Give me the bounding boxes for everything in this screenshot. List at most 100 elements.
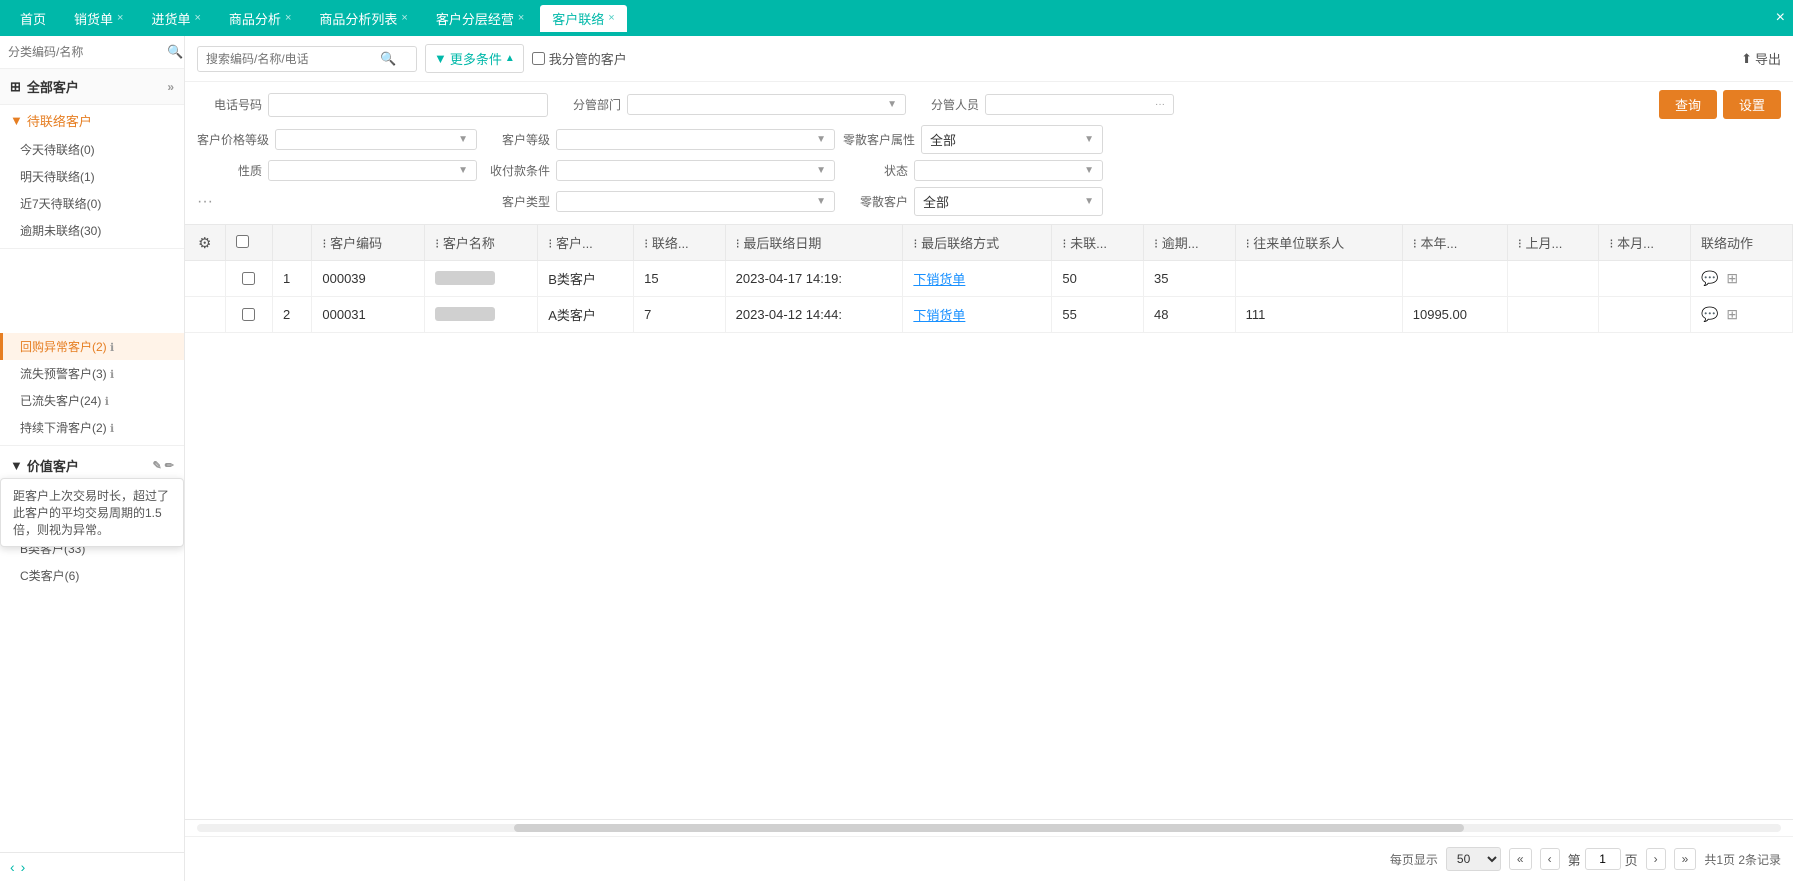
- person-select[interactable]: ···: [985, 94, 1174, 115]
- sidebar-next-arrow[interactable]: ›: [21, 859, 26, 875]
- per-page-select[interactable]: 50 100 200: [1446, 847, 1501, 871]
- edit-icon[interactable]: ✎ ✏: [153, 459, 175, 472]
- sidebar-search-input[interactable]: [8, 45, 163, 59]
- next-page-btn[interactable]: ›: [1646, 848, 1666, 870]
- col-last-contact-date[interactable]: ⁝ 最后联络日期: [725, 225, 903, 261]
- col-this-month[interactable]: ⁝ 本月...: [1599, 225, 1691, 261]
- sidebar-group-waiting[interactable]: ▼ 待联络客户: [0, 105, 184, 136]
- row1-checkbox-input[interactable]: [242, 272, 255, 285]
- col-settings[interactable]: ⚙: [185, 225, 225, 261]
- tab-analysis-list[interactable]: 商品分析列表 ×: [307, 5, 419, 32]
- row2-message-icon[interactable]: 💬: [1701, 306, 1718, 323]
- col-customer-type[interactable]: ⁝ 客户...: [538, 225, 634, 261]
- sidebar-item-churn-warning[interactable]: 流失预警客户(3) ℹ: [0, 360, 184, 387]
- row2-method-link[interactable]: 下销货单: [913, 308, 965, 323]
- col-last-month[interactable]: ⁝ 上月...: [1507, 225, 1599, 261]
- payment-select[interactable]: ▼: [556, 160, 835, 181]
- settings-button[interactable]: 设置: [1723, 90, 1781, 119]
- pagination-total: 共1页 2条记录: [1704, 851, 1781, 868]
- sidebar-prev-arrow[interactable]: ‹: [10, 859, 15, 875]
- sidebar-item-declining[interactable]: 持续下滑客户(2) ℹ: [0, 414, 184, 441]
- tab-analysis[interactable]: 商品分析 ×: [217, 5, 303, 32]
- all-customers-header[interactable]: ⊞ 全部客户 »: [0, 69, 184, 105]
- tab-customer-contact[interactable]: 客户联络 ×: [540, 5, 626, 32]
- tab-home[interactable]: 首页: [8, 5, 58, 32]
- my-customers-filter[interactable]: 我分管的客户: [532, 49, 627, 68]
- price-level-select[interactable]: ▼: [275, 129, 477, 150]
- search-input-wrapper[interactable]: 🔍: [197, 46, 417, 72]
- row2-method[interactable]: 下销货单: [903, 297, 1052, 333]
- close-sales-tab[interactable]: ×: [117, 12, 123, 24]
- sidebar-item-c-class[interactable]: C类客户(6): [0, 562, 184, 589]
- nature-select[interactable]: ▼: [268, 160, 477, 181]
- search-input[interactable]: [206, 52, 376, 66]
- select-all-checkbox[interactable]: [236, 235, 249, 248]
- sidebar-search-icon[interactable]: 🔍: [167, 44, 183, 60]
- filter-dots-btn[interactable]: ···: [197, 193, 213, 211]
- retail-select[interactable]: 全部 ▼: [914, 187, 1103, 216]
- row2-name-blurred: [435, 307, 495, 321]
- prev-page-btn[interactable]: ‹: [1540, 848, 1560, 870]
- row2-qr-icon[interactable]: ⊞: [1726, 306, 1738, 323]
- close-purchase-tab[interactable]: ×: [194, 12, 200, 24]
- first-page-btn[interactable]: «: [1509, 848, 1532, 870]
- row2-checkbox[interactable]: [225, 297, 272, 333]
- close-analysis-list-tab[interactable]: ×: [401, 12, 407, 24]
- query-button[interactable]: 查询: [1659, 90, 1717, 119]
- row1-method-link[interactable]: 下销货单: [913, 272, 965, 287]
- col-customer-code[interactable]: ⁝ 客户编码: [312, 225, 425, 261]
- tab-sales[interactable]: 销货单 ×: [62, 5, 135, 32]
- export-button[interactable]: ⬆ 导出: [1741, 49, 1781, 68]
- tab-purchase[interactable]: 进货单 ×: [139, 5, 212, 32]
- row2-date: 2023-04-12 14:44:: [725, 297, 903, 333]
- row1-message-icon[interactable]: 💬: [1701, 270, 1718, 287]
- sidebar-nav-bottom: ‹ ›: [0, 852, 184, 881]
- horizontal-scrollbar-area[interactable]: [185, 819, 1793, 836]
- row2-checkbox-input[interactable]: [242, 308, 255, 321]
- col-sort-thismonth: ⁝ 本月...: [1609, 233, 1654, 252]
- tab-customer-segment[interactable]: 客户分层经营 ×: [424, 5, 536, 32]
- customer-level-select[interactable]: ▼: [556, 129, 835, 150]
- more-conditions-btn[interactable]: ▼ 更多条件 ▲: [425, 44, 524, 73]
- sidebar-group-value[interactable]: ▼ 价值客户 ✎ ✏: [0, 450, 184, 481]
- col-customer-name[interactable]: ⁝ 客户名称: [425, 225, 538, 261]
- sidebar-collapse-btn[interactable]: »: [167, 80, 174, 94]
- col-unread[interactable]: ⁝ 未联...: [1052, 225, 1144, 261]
- close-customer-contact-tab[interactable]: ×: [608, 12, 614, 24]
- phone-input[interactable]: [268, 93, 548, 117]
- status-select[interactable]: ▼: [914, 160, 1103, 181]
- sidebar-item-today[interactable]: 今天待联络(0): [0, 136, 184, 163]
- filter-search-icon[interactable]: 🔍: [380, 51, 396, 67]
- col-contact[interactable]: ⁝ 联络...: [634, 225, 726, 261]
- sidebar-item-churned[interactable]: 已流失客户(24) ℹ: [0, 387, 184, 414]
- page-number-input[interactable]: [1585, 848, 1621, 870]
- sidebar-item-tomorrow[interactable]: 明天待联络(1): [0, 163, 184, 190]
- close-analysis-tab[interactable]: ×: [285, 12, 291, 24]
- row1-qr-icon[interactable]: ⊞: [1726, 270, 1738, 287]
- table-settings-gear[interactable]: ⚙: [198, 235, 211, 252]
- col-sort-unread: ⁝ 未联...: [1062, 233, 1107, 252]
- sidebar-item-repurchase-abnormal[interactable]: 回购异常客户(2) ℹ: [0, 333, 184, 360]
- last-page-btn[interactable]: »: [1674, 848, 1697, 870]
- row1-checkbox[interactable]: [225, 261, 272, 297]
- row1-settings: [185, 261, 225, 297]
- close-customer-segment-tab[interactable]: ×: [518, 12, 524, 24]
- sidebar-item-overdue[interactable]: 逾期未联络(30): [0, 217, 184, 244]
- customer-type-select[interactable]: ▼: [556, 191, 835, 212]
- col-overdue[interactable]: ⁝ 逾期...: [1143, 225, 1235, 261]
- top-navigation: 首页 销货单 × 进货单 × 商品分析 × 商品分析列表 × 客户分层经营 × …: [0, 0, 1793, 36]
- window-close-button[interactable]: ×: [1776, 9, 1785, 27]
- dept-select[interactable]: ▼: [627, 94, 906, 115]
- col-checkbox[interactable]: [225, 225, 272, 261]
- col-last-contact-method[interactable]: ⁝ 最后联络方式: [903, 225, 1052, 261]
- row1-method[interactable]: 下销货单: [903, 261, 1052, 297]
- col-unit-contact[interactable]: ⁝ 往来单位联系人: [1235, 225, 1402, 261]
- dept-select-arrow: ▼: [887, 99, 897, 110]
- retail-attr-select[interactable]: 全部 ▼: [921, 125, 1103, 154]
- scrollbar-thumb[interactable]: [514, 824, 1464, 832]
- row2-action: 💬 ⊞: [1690, 297, 1792, 333]
- sidebar-item-7days[interactable]: 近7天待联络(0): [0, 190, 184, 217]
- my-customers-checkbox[interactable]: [532, 52, 545, 65]
- retail-label: 零散客户: [843, 193, 908, 210]
- col-this-year[interactable]: ⁝ 本年...: [1402, 225, 1507, 261]
